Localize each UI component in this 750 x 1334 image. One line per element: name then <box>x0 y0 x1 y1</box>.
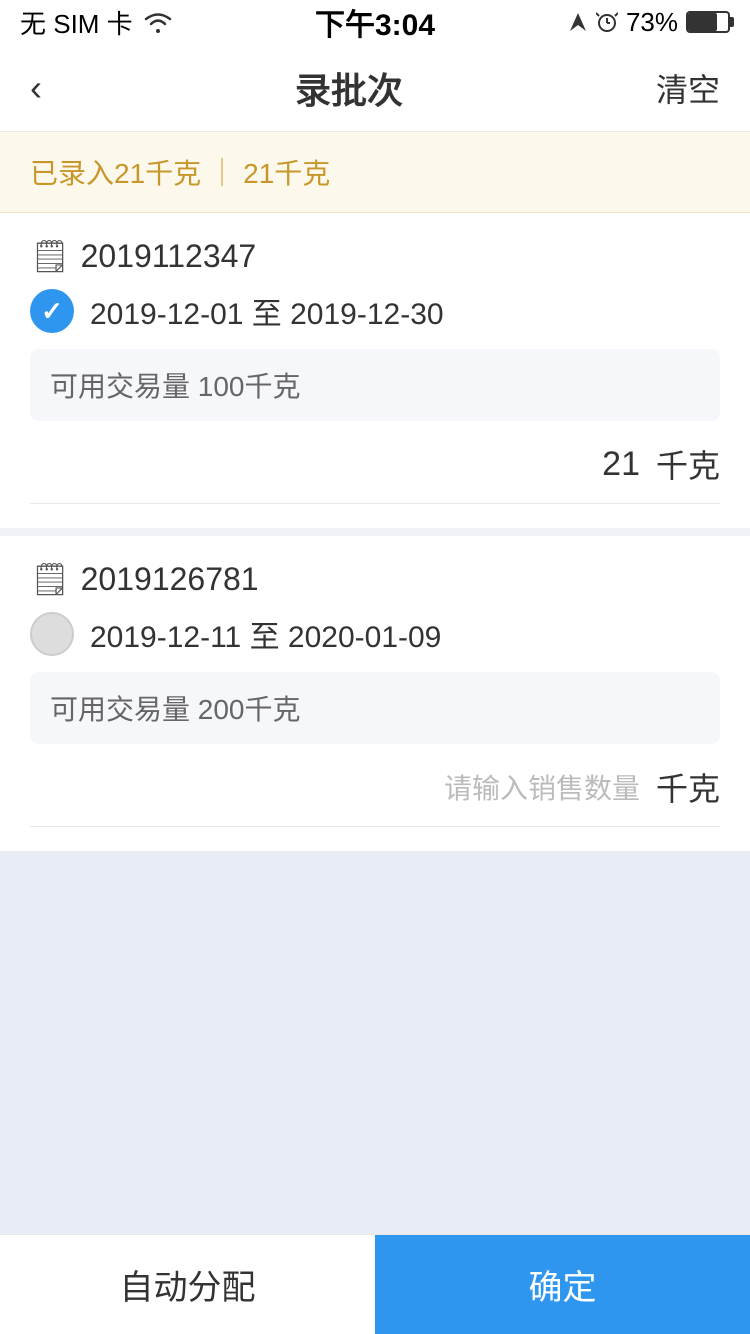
page-title: 录批次 <box>295 62 403 114</box>
batch-header-1: 🗒 2019112347 <box>30 237 720 275</box>
quantity-input-1[interactable] <box>440 445 640 484</box>
batch-date-row-1: ✓ 2019-12-01 至 2019-12-30 <box>30 289 720 333</box>
quantity-unit-2: 千克 <box>656 764 720 810</box>
battery-icon <box>686 11 730 33</box>
batch-id-1: 2019112347 <box>81 238 257 275</box>
batch-available-1: 可用交易量 100千克 <box>30 349 720 421</box>
summary-bar: 已录入21千克 21千克 <box>0 132 750 213</box>
batch-quantity-row-2: 千克 <box>30 764 720 827</box>
summary-value: 21千克 <box>243 152 330 192</box>
nav-bar: ‹ 录批次 清空 <box>0 44 750 132</box>
batch-id-2: 2019126781 <box>81 561 259 598</box>
bottom-buttons: 自动分配 确定 <box>0 1234 750 1334</box>
batch-icon-1: 🗒 <box>30 237 71 275</box>
location-icon <box>568 11 588 33</box>
batch-checkbox-1[interactable]: ✓ <box>30 289 74 333</box>
batch-item-2: 🗒 2019126781 2019-12-11 至 2020-01-09 可用交… <box>0 528 750 851</box>
batch-date-row-2: 2019-12-11 至 2020-01-09 <box>30 612 720 656</box>
checkmark-1: ✓ <box>41 296 63 327</box>
summary-divider <box>221 158 223 186</box>
summary-label: 已录入21千克 <box>30 152 201 192</box>
status-bar-left: 无 SIM 卡 <box>20 4 173 41</box>
alarm-icon <box>596 11 618 33</box>
quantity-input-2[interactable] <box>440 768 640 807</box>
back-button[interactable]: ‹ <box>30 67 42 109</box>
status-bar: 无 SIM 卡 下午3:04 73% <box>0 0 750 44</box>
batch-date-2: 2019-12-11 至 2020-01-09 <box>90 612 441 656</box>
batch-date-1: 2019-12-01 至 2019-12-30 <box>90 289 444 333</box>
gray-area <box>0 851 750 1291</box>
batch-item-1: 🗒 2019112347 ✓ 2019-12-01 至 2019-12-30 可… <box>0 213 750 528</box>
status-bar-right: 73% <box>568 7 730 38</box>
batch-header-2: 🗒 2019126781 <box>30 560 720 598</box>
carrier-text: 无 SIM 卡 <box>20 4 133 41</box>
quantity-unit-1: 千克 <box>656 441 720 487</box>
batch-icon-2: 🗒 <box>30 560 71 598</box>
wifi-icon <box>143 11 173 33</box>
auto-distribute-button[interactable]: 自动分配 <box>0 1235 375 1334</box>
battery-fill <box>688 13 717 31</box>
batch-quantity-row-1: 千克 <box>30 441 720 504</box>
batch-available-2: 可用交易量 200千克 <box>30 672 720 744</box>
battery-percent: 73% <box>626 7 678 38</box>
batch-checkbox-2[interactable] <box>30 612 74 656</box>
clear-button[interactable]: 清空 <box>656 65 720 111</box>
confirm-button[interactable]: 确定 <box>375 1235 750 1334</box>
status-bar-time: 下午3:04 <box>315 0 435 44</box>
